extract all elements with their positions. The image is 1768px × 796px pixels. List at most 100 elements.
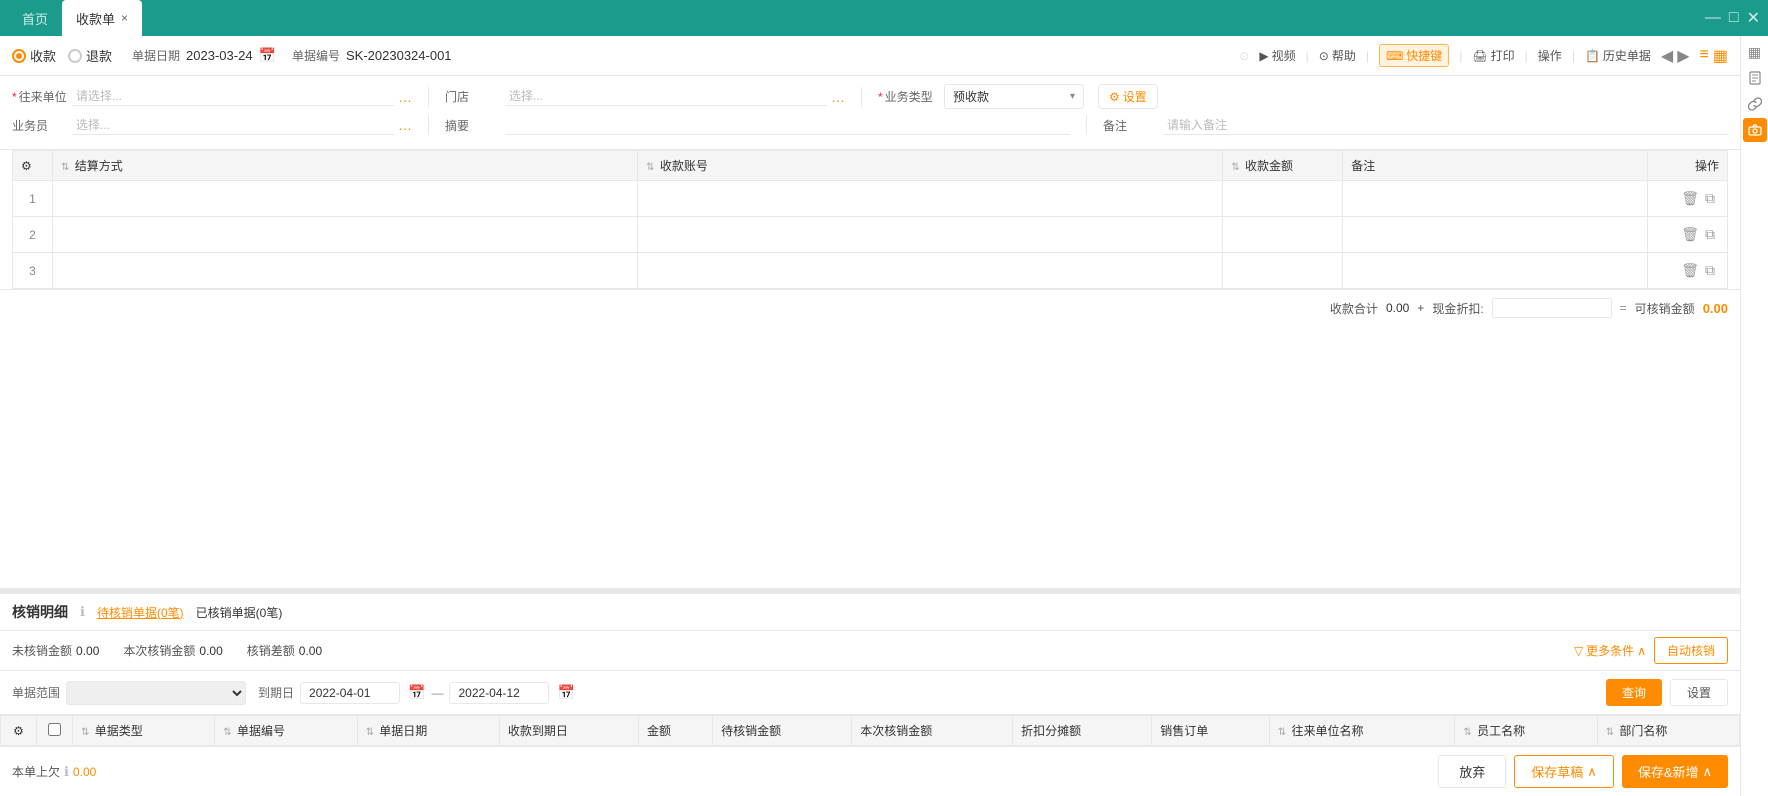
discard-button[interactable]: 放弃 [1438,755,1506,788]
store-input[interactable] [505,87,827,106]
writeoff-table-wrap: ⚙ ⇅ 单据类型 ⇅ 单据编号 [0,715,1740,746]
writeoff-section: 核销明细 ℹ 待核销单据(0笔) 已核销单据(0笔) 未核销金额 0.00 本次… [0,588,1740,746]
remark-cell-1[interactable] [1343,181,1648,217]
save-chevron-icon: ∧ [1702,764,1712,780]
wt-gear-header[interactable]: ⚙ [1,716,37,746]
copy-icon-3[interactable]: ⧉ [1705,262,1715,279]
amount-cell-3[interactable] [1223,253,1343,289]
summary-row: 收款合计 0.00 + 现金折扣: = 可核销金额 0.00 [0,289,1740,326]
writeoff-table: ⚙ ⇅ 单据类型 ⇅ 单据编号 [0,715,1740,746]
nav-next-btn[interactable]: ▶ [1677,46,1689,66]
th-settlement: ⇅ 结算方式 [53,151,638,181]
cal-start-icon[interactable]: 📅 [408,684,425,701]
tab-close-icon[interactable]: × [121,11,128,25]
remark-input[interactable] [1163,116,1728,135]
amount-cell-2[interactable] [1223,217,1343,253]
store-more-icon[interactable]: … [831,89,845,105]
settings-button[interactable]: ⚙ 设置 [1098,84,1158,109]
tab-receipt[interactable]: 收款单 × [62,0,142,36]
receipt-type-receipt[interactable]: 收款 [12,46,56,65]
grid-view-icon[interactable]: ▦ [1713,46,1728,66]
cal-end-icon[interactable]: 📅 [557,684,574,701]
video-btn[interactable]: ▶ 视频 [1259,47,1295,64]
counterpart-input[interactable] [72,87,394,106]
delete-icon-3[interactable]: 🗑 [1681,262,1699,279]
sidebar-link-icon[interactable] [1743,92,1767,116]
help-btn[interactable]: ⊙ 帮助 [1319,47,1356,64]
wt-due-date-header: 收款到期日 [499,716,638,746]
bottom-bar: 本单上欠 ℹ 0.00 放弃 保存草稿 ∧ 保存&新增 ∧ [0,746,1740,796]
bottom-info-icon[interactable]: ℹ [64,764,69,780]
wt-checkbox-header[interactable] [37,716,73,746]
writeoff-setting-button[interactable]: 设置 [1670,679,1728,706]
settlement-cell-3[interactable] [53,253,638,289]
staff-input[interactable] [72,116,394,135]
unchecked-stat: 未核销金额 0.00 [12,642,99,659]
query-button[interactable]: 查询 [1606,679,1662,706]
prev-value: 0.00 [73,765,96,779]
auto-writeoff-button[interactable]: 自动核销 [1654,637,1728,664]
counterpart-label: 往来单位 [12,88,72,105]
table-gear-header[interactable]: ⚙ [13,151,53,181]
settlement-cell-2[interactable] [53,217,638,253]
actions-cell-3: 🗑 ⧉ [1648,253,1728,289]
account-cell-3[interactable] [638,253,1223,289]
shortcut-btn[interactable]: ⌨ 快捷键 [1379,44,1449,67]
remark-cell-3[interactable] [1343,253,1648,289]
business-type-dropdown[interactable]: 预收款 ▾ [944,84,1084,109]
receipt-type-refund[interactable]: 退款 [68,46,112,65]
pending-tab[interactable]: 待核销单据(0笔) [97,604,184,621]
tab-receipt-label: 收款单 [76,9,115,28]
copy-icon-1[interactable]: ⧉ [1705,190,1715,207]
sidebar-doc-icon[interactable] [1743,66,1767,90]
filter-range-select[interactable] [66,681,246,705]
help-icon: ⊙ [1319,49,1329,63]
delete-icon-2[interactable]: 🗑 [1681,226,1699,243]
list-view-icon[interactable]: ≡ [1700,46,1709,66]
date-end-input[interactable] [449,682,549,704]
net-label: 可核销金额 [1635,300,1695,317]
remark-cell-2[interactable] [1343,217,1648,253]
calendar-icon[interactable]: 📅 [259,47,276,64]
window-min-icon[interactable]: — [1705,9,1721,27]
filter-range: 单据范围 [12,681,246,705]
table-row: 2 🗑 ⧉ [13,217,1728,253]
sidebar-camera-icon[interactable] [1743,118,1767,142]
filter-due-label: 到期日 [258,684,294,701]
window-close-icon[interactable]: ✕ [1747,8,1760,28]
nav-prev-btn[interactable]: ◀ [1661,46,1673,66]
copy-icon-2[interactable]: ⧉ [1705,226,1715,243]
toolbar-right: ⊙ ▶ 视频 | ⊙ 帮助 | ⌨ 快捷键 | 🖨 打印 [1239,44,1728,67]
tab-bar: 首页 收款单 × — □ ✕ [0,0,1768,36]
delete-icon-1[interactable]: 🗑 [1681,190,1699,207]
sidebar-table-icon[interactable]: ▦ [1743,40,1767,64]
doc-label: 单据编号 [292,47,340,64]
doc-value: SK-20230324-001 [346,48,452,63]
summary-input[interactable] [505,116,1070,135]
filter-due-date: 到期日 📅 — 📅 [258,682,575,704]
account-cell-2[interactable] [638,217,1223,253]
save-draft-button[interactable]: 保存草稿 ∧ [1514,755,1614,788]
more-conditions-btn[interactable]: ▽ 更多条件 ∧ [1574,642,1646,659]
staff-more-icon[interactable]: … [398,117,412,133]
discount-input[interactable] [1492,298,1612,318]
date-start-input[interactable] [300,682,400,704]
store-label: 门店 [445,88,505,105]
writeoff-info-icon[interactable]: ℹ [80,604,85,620]
account-cell-1[interactable] [638,181,1223,217]
counterpart-more-icon[interactable]: … [398,89,412,105]
window-max-icon[interactable]: □ [1729,9,1739,27]
print-btn[interactable]: 🖨 打印 [1472,47,1514,64]
business-type-value: 预收款 [953,88,1067,105]
history-btn[interactable]: 📋 历史单据 [1585,47,1651,64]
select-all-checkbox[interactable] [48,723,61,736]
save-new-button[interactable]: 保存&新增 ∧ [1622,755,1728,788]
row-num-1: 1 [13,181,53,217]
amount-cell-1[interactable] [1223,181,1343,217]
receipt-label: 收款 [30,46,56,65]
wt-dept-header: ⇅ 部门名称 [1597,716,1739,746]
tab-home[interactable]: 首页 [8,0,62,36]
settlement-cell-1[interactable] [53,181,638,217]
table-area: ⚙ ⇅ 结算方式 ⇅ 收款账号 ⇅ [0,150,1740,588]
operate-btn[interactable]: 操作 [1538,47,1562,64]
